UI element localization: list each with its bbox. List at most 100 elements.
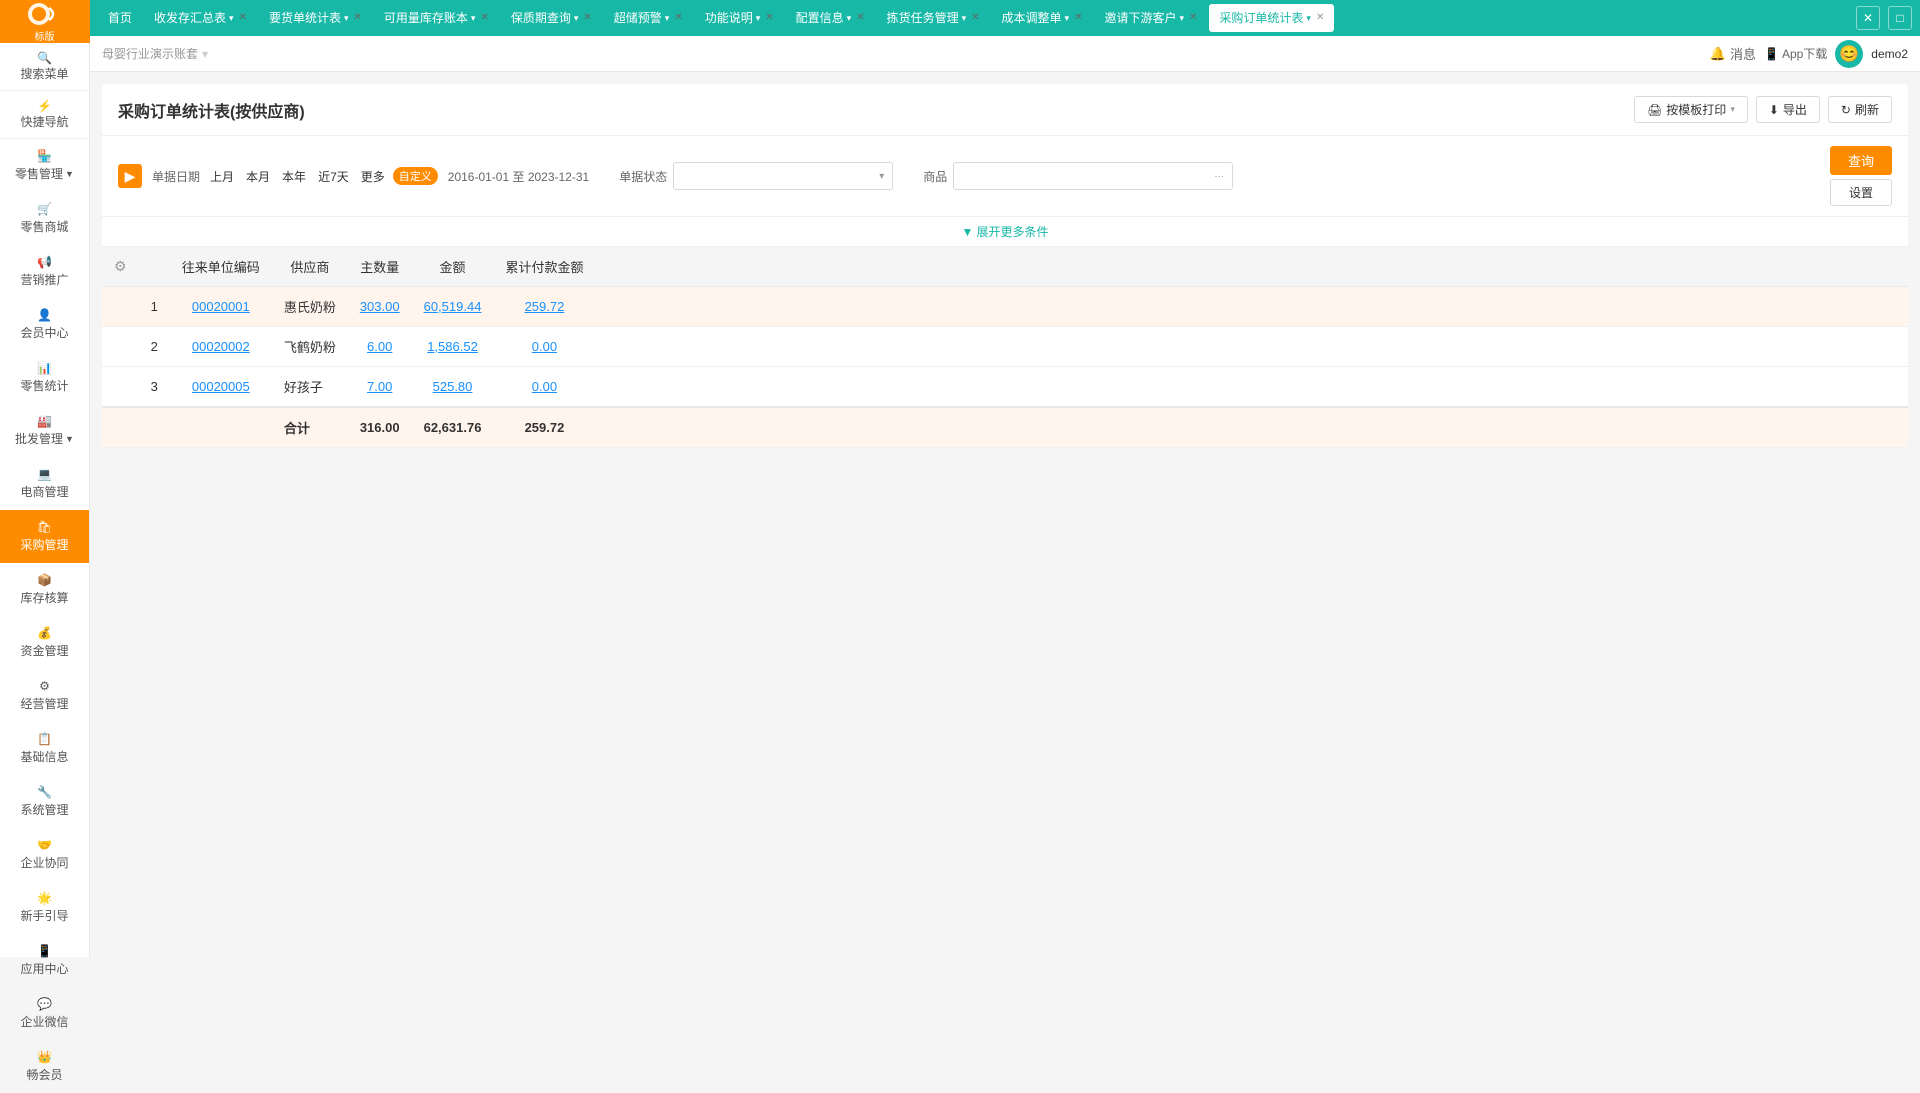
tab-home[interactable]: 首页 <box>98 4 142 32</box>
sidebar-member-label: 会员中心 <box>20 324 68 341</box>
sidebar-item-system[interactable]: 🔧 系统管理 <box>0 775 89 828</box>
notification-button[interactable]: 🔔 消息 <box>1710 44 1756 63</box>
tab-config-info[interactable]: 配置信息 ▾ ✕ <box>786 4 875 32</box>
row-unit-code[interactable]: 00020001 <box>170 287 272 327</box>
tab-invite-downstream[interactable]: 邀请下游客户 ▾ ✕ <box>1094 4 1207 32</box>
sidebar-item-newguide[interactable]: 🌟 新手引导 <box>0 881 89 934</box>
sidebar-item-member[interactable]: 👤 会员中心 <box>0 298 89 351</box>
row-amount[interactable]: 525.80 <box>412 367 494 408</box>
sidebar-item-purchase[interactable]: 🛍 采购管理 <box>0 510 89 563</box>
table-body: 1 00020001 惠氏奶粉 303.00 60,519.44 259.72 … <box>102 287 1908 408</box>
sidebar-wechat-label: 企业微信 <box>20 1013 68 1030</box>
sidebar-item-retail-stat[interactable]: 📊 零售统计 <box>0 351 89 404</box>
sidebar-item-finance[interactable]: 💰 资金管理 <box>0 616 89 669</box>
sidebar-item-ecommerce[interactable]: 💻 电商管理 <box>0 457 89 510</box>
date-shortcut-thismonth[interactable]: 本月 <box>242 166 274 187</box>
refresh-icon: ↻ <box>1841 103 1851 117</box>
window-close-button[interactable]: ✕ <box>1856 6 1880 30</box>
row-amount[interactable]: 60,519.44 <box>412 287 494 327</box>
tab-function-desc[interactable]: 功能说明 ▾ ✕ <box>695 4 784 32</box>
appcenter-icon: 📱 <box>37 944 52 958</box>
close-icon6[interactable]: ✕ <box>765 4 773 32</box>
inventory-icon: 📦 <box>37 573 52 587</box>
date-shortcut-7days[interactable]: 近7天 <box>314 166 353 187</box>
date-shortcut-more[interactable]: 更多 <box>357 166 389 187</box>
close-icon[interactable]: ✕ <box>239 4 247 32</box>
row-main-qty[interactable]: 6.00 <box>348 327 412 367</box>
row-main-qty[interactable]: 7.00 <box>348 367 412 408</box>
tab-pick-task[interactable]: 拣货任务管理 ▾ ✕ <box>877 4 990 32</box>
status-select[interactable]: ▾ <box>673 162 893 190</box>
sidebar-appcenter-label: 应用中心 <box>20 960 68 977</box>
settings-button[interactable]: 设置 <box>1830 179 1892 206</box>
row-paid-amount[interactable]: 0.00 <box>493 367 595 408</box>
goods-input[interactable]: ··· <box>953 162 1233 190</box>
filter-right-actions: 查询 设置 <box>1830 146 1892 206</box>
close-icon7[interactable]: ✕ <box>856 4 864 32</box>
close-icon4[interactable]: ✕ <box>583 4 591 32</box>
app-download-button[interactable]: 📱 App下载 <box>1764 45 1827 62</box>
sidebar-item-enterprise[interactable]: 🤝 企业协同 <box>0 828 89 881</box>
sidebar-item-retail[interactable]: 🏪 零售管理 ▼ <box>0 139 89 192</box>
tab-purchase-order-summary[interactable]: 采购订单统计表 ▾ ✕ <box>1209 4 1334 32</box>
date-shortcut-thisyear[interactable]: 本年 <box>278 166 310 187</box>
user-avatar[interactable]: 😊 <box>1835 40 1863 68</box>
user-name[interactable]: demo2 <box>1871 47 1908 61</box>
expand-button[interactable]: ▼ 展开更多条件 <box>962 223 1049 240</box>
sidebar-item-quick-nav[interactable]: ⚡ 快捷导航 <box>0 91 89 139</box>
nav-icon: ⚡ <box>0 99 89 113</box>
purchase-icon: 🛍 <box>37 520 52 534</box>
row-amount[interactable]: 1,586.52 <box>412 327 494 367</box>
tab-available-inventory[interactable]: 可用量库存账本 ▾ ✕ <box>374 4 499 32</box>
row-unit-code[interactable]: 00020002 <box>170 327 272 367</box>
chevron-icon8: ▾ <box>962 4 967 32</box>
close-icon5[interactable]: ✕ <box>674 4 682 32</box>
sidebar: 标版 🔍 搜索菜单 ⚡ 快捷导航 🏪 零售管理 ▼ 🛒 零售商城 📢 营销推广 … <box>0 0 90 957</box>
filter-toggle-button[interactable]: ▶ <box>118 164 142 188</box>
tab-receive-label: 收发存汇总表 <box>154 4 226 32</box>
query-button[interactable]: 查询 <box>1830 146 1892 175</box>
footer-label-cell <box>170 407 272 448</box>
footer-total-label: 合计 <box>272 407 348 448</box>
sidebar-marketing-label: 营销推广 <box>20 271 68 288</box>
tab-overstock[interactable]: 超储预警 ▾ ✕ <box>604 4 693 32</box>
sidebar-item-wechat[interactable]: 💬 企业微信 <box>0 987 89 1040</box>
export-button[interactable]: ⬇ 导出 <box>1756 96 1820 123</box>
tab-order-summary[interactable]: 要货单统计表 ▾ ✕ <box>259 4 372 32</box>
close-icon9[interactable]: ✕ <box>1074 4 1082 32</box>
tab-order-label: 要货单统计表 <box>269 4 341 32</box>
gear-icon[interactable]: ⚙ <box>114 258 127 274</box>
close-icon11[interactable]: ✕ <box>1316 4 1324 32</box>
sidebar-item-appcenter[interactable]: 📱 应用中心 <box>0 934 89 987</box>
close-icon3[interactable]: ✕ <box>480 4 488 32</box>
sidebar-item-wholesale[interactable]: 🏭 批发管理 ▼ <box>0 404 89 457</box>
tab-purchaseorder-label: 采购订单统计表 <box>1219 4 1303 32</box>
refresh-button[interactable]: ↻ 刷新 <box>1828 96 1892 123</box>
footer-settings-cell <box>102 407 139 448</box>
row-paid-amount[interactable]: 0.00 <box>493 327 595 367</box>
row-paid-amount[interactable]: 259.72 <box>493 287 595 327</box>
close-icon10[interactable]: ✕ <box>1189 4 1197 32</box>
status-label: 单据状态 <box>619 168 667 185</box>
tab-receive-summary[interactable]: 收发存汇总表 ▾ ✕ <box>144 4 257 32</box>
close-icon8[interactable]: ✕ <box>971 4 979 32</box>
sidebar-item-operations[interactable]: ⚙ 经营管理 <box>0 669 89 722</box>
sidebar-item-retail-shop[interactable]: 🛒 零售商城 <box>0 192 89 245</box>
close-icon2[interactable]: ✕ <box>354 4 362 32</box>
print-button[interactable]: 🖨 按模板打印 ▾ <box>1634 96 1748 123</box>
goods-label: 商品 <box>923 168 947 185</box>
row-main-qty[interactable]: 303.00 <box>348 287 412 327</box>
th-unit-code: 往来单位编码 <box>170 247 272 287</box>
chevron-icon3: ▾ <box>471 4 476 32</box>
sidebar-item-basic[interactable]: 📋 基础信息 <box>0 722 89 775</box>
sidebar-item-vip[interactable]: 👑 畅会员 <box>0 1040 89 1093</box>
date-shortcut-lastmonth[interactable]: 上月 <box>206 166 238 187</box>
tab-func-label: 功能说明 <box>705 4 753 32</box>
sidebar-item-marketing[interactable]: 📢 营销推广 <box>0 245 89 298</box>
tab-shelf-life[interactable]: 保质期查询 ▾ ✕ <box>501 4 602 32</box>
window-maximize-button[interactable]: □ <box>1888 6 1912 30</box>
tab-cost-adjust[interactable]: 成本调整单 ▾ ✕ <box>992 4 1093 32</box>
sidebar-item-inventory[interactable]: 📦 库存核算 <box>0 563 89 616</box>
row-unit-code[interactable]: 00020005 <box>170 367 272 408</box>
sidebar-item-search[interactable]: 🔍 搜索菜单 <box>0 43 89 91</box>
